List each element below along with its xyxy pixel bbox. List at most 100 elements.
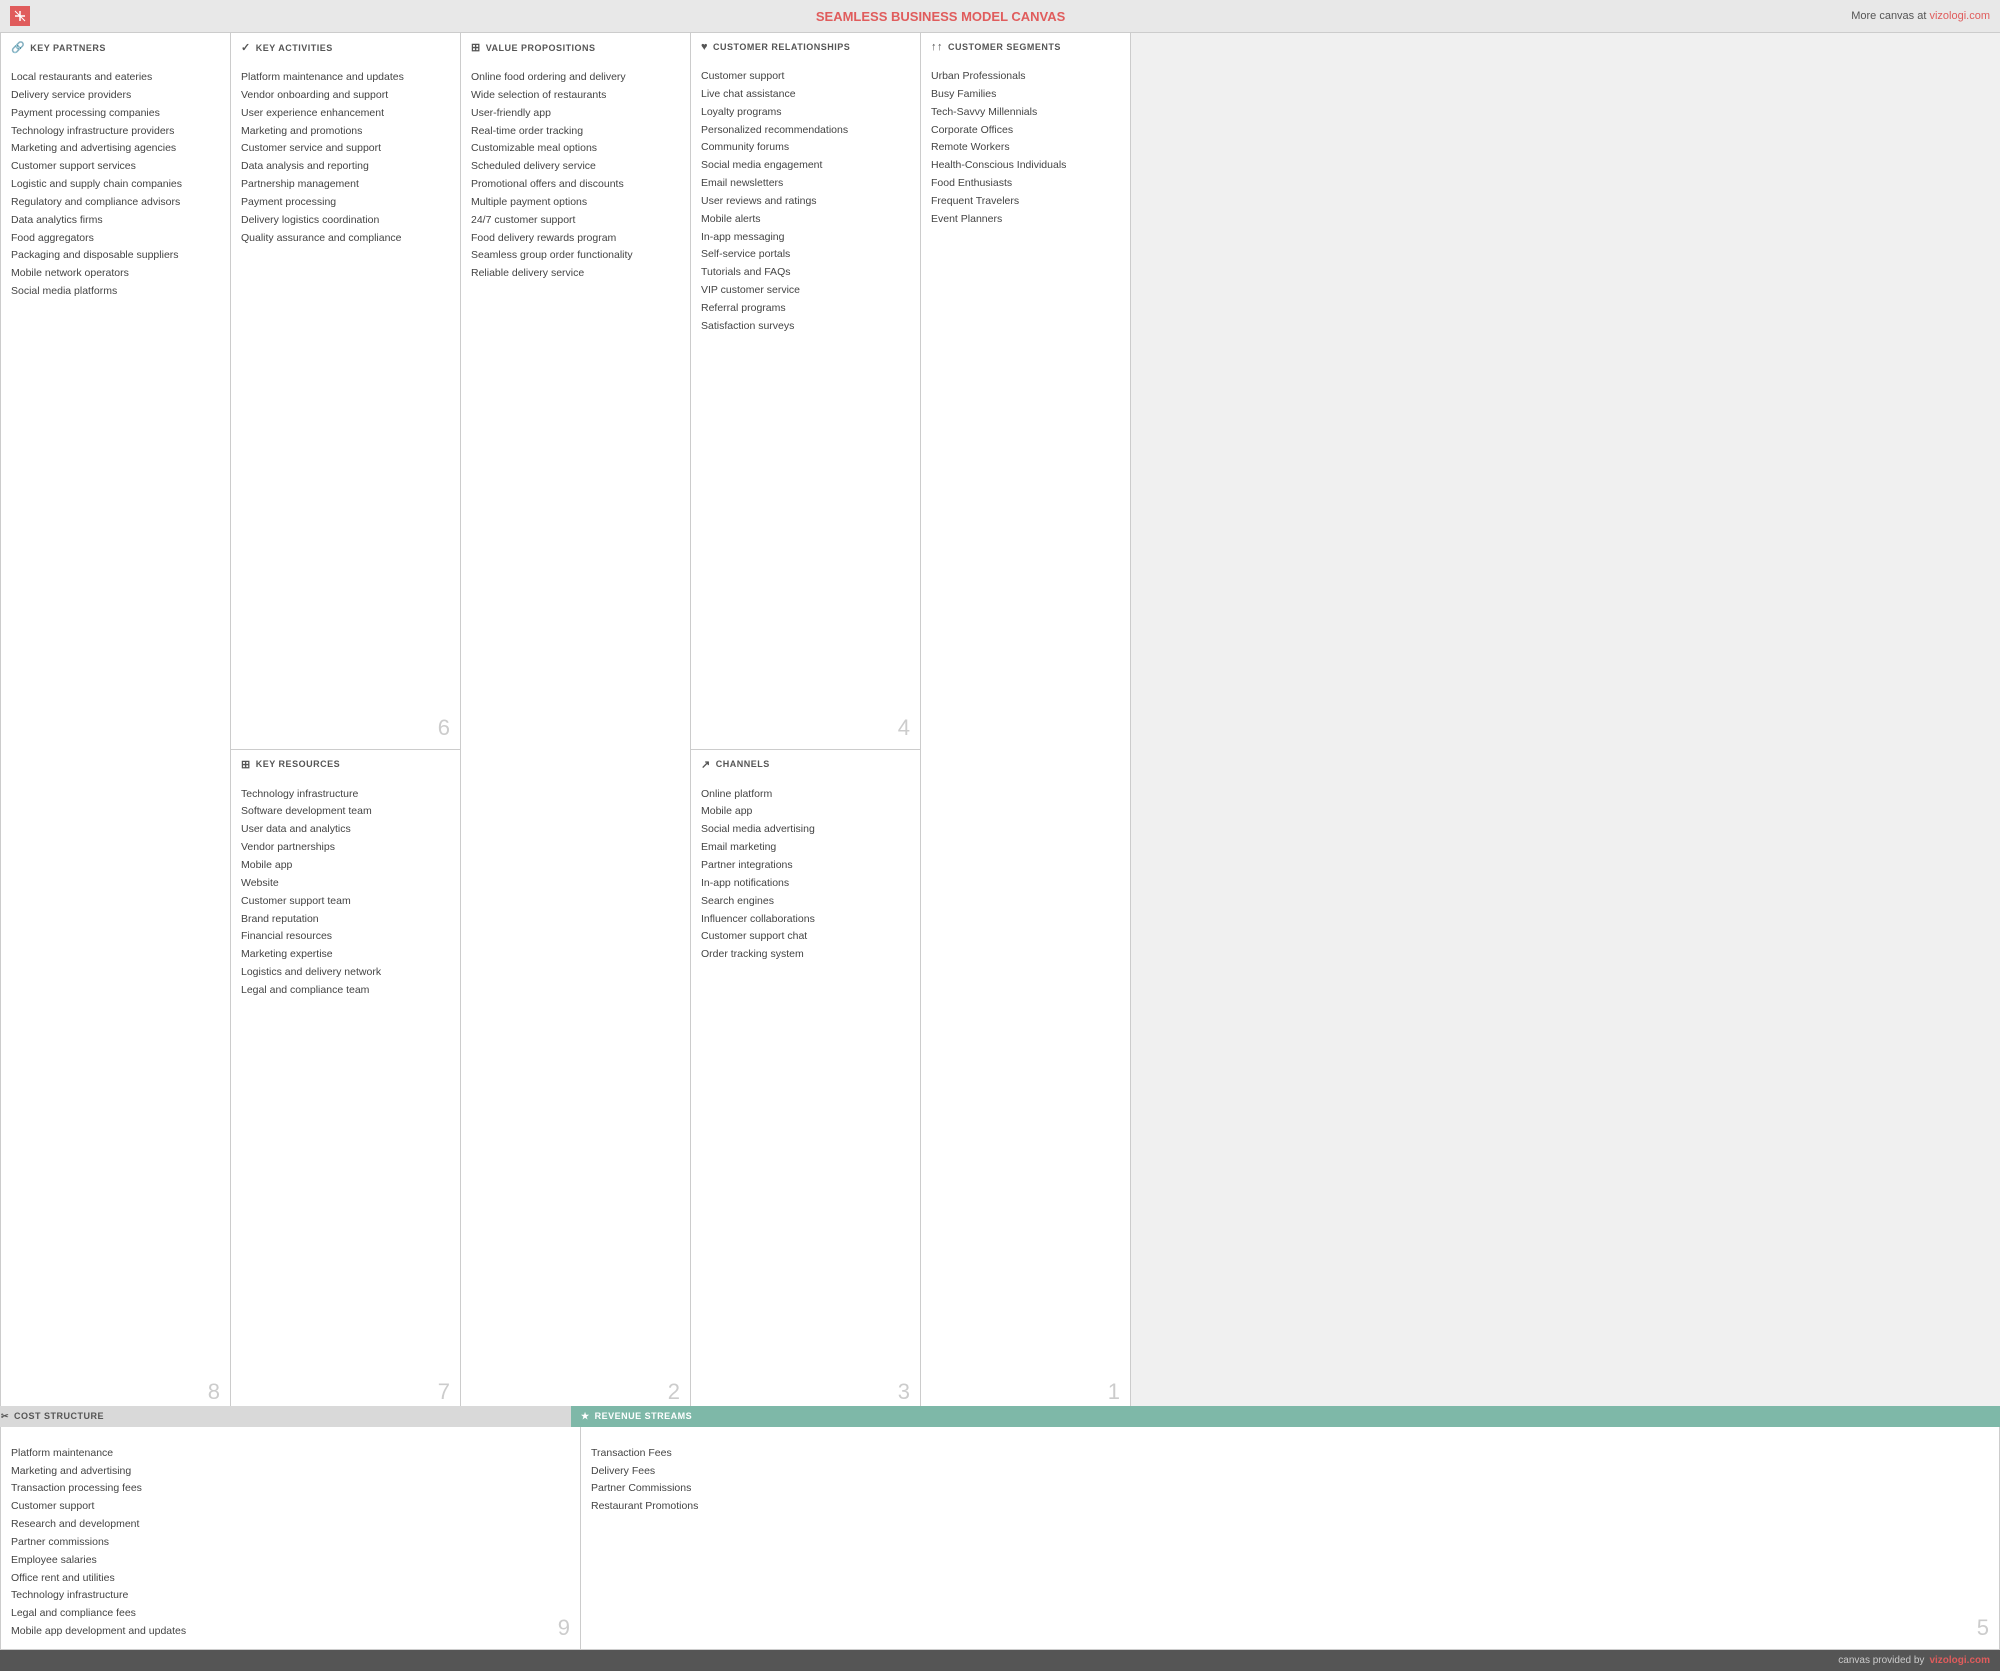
list-item: Partner Commissions <box>591 1480 1989 1498</box>
list-item: Loyalty programs <box>701 104 910 122</box>
customer-relationships-cell: ♥ CUSTOMER RELATIONSHIPS Customer suppor… <box>691 33 921 750</box>
footer: canvas provided by vizologi.com <box>0 1650 2000 1671</box>
channels-list: Online platform Mobile app Social media … <box>701 786 910 964</box>
key-activities-list: Platform maintenance and updates Vendor … <box>241 69 450 247</box>
footer-text: canvas provided by <box>1838 1655 1924 1666</box>
list-item: User experience enhancement <box>241 105 450 123</box>
list-item: Reliable delivery service <box>471 265 680 283</box>
list-item: Online platform <box>701 786 910 804</box>
list-item: Busy Families <box>931 86 1120 104</box>
list-item: Event Planners <box>931 211 1120 229</box>
key-resources-cell: ⊞ KEY RESOURCES Technology infrastructur… <box>231 750 461 1414</box>
list-item: Food Enthusiasts <box>931 175 1120 193</box>
cost-structure-header: ✂ COST STRUCTURE <box>0 1406 590 1427</box>
list-item: Platform maintenance <box>11 1445 570 1463</box>
key-activities-cell: ✓ KEY ACTIVITIES Platform maintenance an… <box>231 33 461 750</box>
customer-segments-number: 1 <box>1108 1379 1120 1405</box>
channels-label: CHANNELS <box>716 759 770 769</box>
revenue-streams-icon: ★ <box>581 1411 590 1422</box>
logo-icon <box>10 6 30 26</box>
list-item: Online food ordering and delivery <box>471 69 680 87</box>
list-item: Promotional offers and discounts <box>471 176 680 194</box>
revenue-streams-header: ★ REVENUE STREAMS <box>571 1406 2000 1427</box>
list-item: Customer support <box>701 68 910 86</box>
channels-icon: ↗ <box>701 758 711 771</box>
customer-relationships-label: CUSTOMER RELATIONSHIPS <box>713 42 850 52</box>
list-item: Tutorials and FAQs <box>701 264 910 282</box>
header-link: More canvas at vizologi.com <box>1851 10 1990 22</box>
list-item: Delivery Fees <box>591 1463 1989 1481</box>
list-item: Customer support team <box>241 893 450 911</box>
list-item: Marketing and advertising agencies <box>11 140 220 158</box>
list-item: Mobile app <box>701 803 910 821</box>
list-item: Platform maintenance and updates <box>241 69 450 87</box>
list-item: Remote Workers <box>931 139 1120 157</box>
list-item: Order tracking system <box>701 946 910 964</box>
key-activities-header: ✓ KEY ACTIVITIES <box>241 41 450 59</box>
list-item: Employee salaries <box>11 1552 570 1570</box>
list-item: Technology infrastructure <box>11 1587 570 1605</box>
customer-relationships-icon: ♥ <box>701 41 708 53</box>
key-activities-label: KEY ACTIVITIES <box>256 43 333 53</box>
list-item: Personalized recommendations <box>701 122 910 140</box>
list-item: Real-time order tracking <box>471 123 680 141</box>
header-title: SEAMLESS BUSINESS MODEL CANVAS <box>30 9 1851 24</box>
value-propositions-header: ⊞ VALUE PROPOSITIONS <box>471 41 680 59</box>
key-partners-label: KEY PARTNERS <box>30 43 106 53</box>
list-item: Wide selection of restaurants <box>471 87 680 105</box>
list-item: Data analysis and reporting <box>241 158 450 176</box>
list-item: Email newsletters <box>701 175 910 193</box>
list-item: In-app notifications <box>701 875 910 893</box>
list-item: Health-Conscious Individuals <box>931 157 1120 175</box>
list-item: Marketing and promotions <box>241 123 450 141</box>
list-item: Marketing and advertising <box>11 1463 570 1481</box>
customer-segments-list: Urban Professionals Busy Families Tech-S… <box>931 68 1120 229</box>
list-item: Satisfaction surveys <box>701 318 910 336</box>
list-item: Mobile app <box>241 857 450 875</box>
customer-segments-header: ↑↑ CUSTOMER SEGMENTS <box>931 41 1120 58</box>
bottom-row: ✂ COST STRUCTURE Platform maintenance Ma… <box>0 1414 2000 1650</box>
revenue-streams-label: REVENUE STREAMS <box>595 1411 693 1421</box>
key-partners-number: 8 <box>208 1379 220 1405</box>
customer-relationships-header: ♥ CUSTOMER RELATIONSHIPS <box>701 41 910 58</box>
list-item: Research and development <box>11 1516 570 1534</box>
list-item: Food delivery rewards program <box>471 230 680 248</box>
list-item: Delivery logistics coordination <box>241 212 450 230</box>
list-item: VIP customer service <box>701 282 910 300</box>
list-item: Community forums <box>701 139 910 157</box>
list-item: User-friendly app <box>471 105 680 123</box>
footer-link[interactable]: vizologi.com <box>1929 1655 1990 1666</box>
more-canvas-text: More canvas at <box>1851 10 1929 22</box>
canvas-container: 🔗 KEY PARTNERS Local restaurants and eat… <box>0 32 2000 1671</box>
list-item: Mobile app development and updates <box>11 1623 570 1641</box>
list-item: Social media platforms <box>11 283 220 301</box>
list-item: Search engines <box>701 893 910 911</box>
list-item: 24/7 customer support <box>471 212 680 230</box>
key-resources-number: 7 <box>438 1379 450 1405</box>
revenue-streams-cell: ★ REVENUE STREAMS Transaction Fees Deliv… <box>581 1414 2000 1650</box>
key-activities-icon: ✓ <box>241 41 251 54</box>
channels-cell: ↗ CHANNELS Online platform Mobile app So… <box>691 750 921 1414</box>
key-partners-list: Local restaurants and eateries Delivery … <box>11 69 220 301</box>
title-bold: BUSINESS MODEL CANVAS <box>891 9 1065 24</box>
list-item: Office rent and utilities <box>11 1570 570 1588</box>
value-propositions-number: 2 <box>668 1379 680 1405</box>
list-item: Website <box>241 875 450 893</box>
customer-segments-icon: ↑↑ <box>931 41 943 53</box>
list-item: Restaurant Promotions <box>591 1498 1989 1516</box>
list-item: Quality assurance and compliance <box>241 230 450 248</box>
revenue-streams-body: Transaction Fees Delivery Fees Partner C… <box>581 1437 1999 1524</box>
list-item: Multiple payment options <box>471 194 680 212</box>
vizologi-link[interactable]: vizologi.com <box>1929 10 1990 22</box>
list-item: Urban Professionals <box>931 68 1120 86</box>
list-item: Self-service portals <box>701 246 910 264</box>
list-item: Payment processing <box>241 194 450 212</box>
customer-relationships-number: 4 <box>898 715 910 741</box>
key-resources-header: ⊞ KEY RESOURCES <box>241 758 450 776</box>
list-item: Seamless group order functionality <box>471 247 680 265</box>
list-item: User reviews and ratings <box>701 193 910 211</box>
list-item: Tech-Savvy Millennials <box>931 104 1120 122</box>
list-item: Mobile network operators <box>11 265 220 283</box>
list-item: Marketing expertise <box>241 946 450 964</box>
list-item: Live chat assistance <box>701 86 910 104</box>
